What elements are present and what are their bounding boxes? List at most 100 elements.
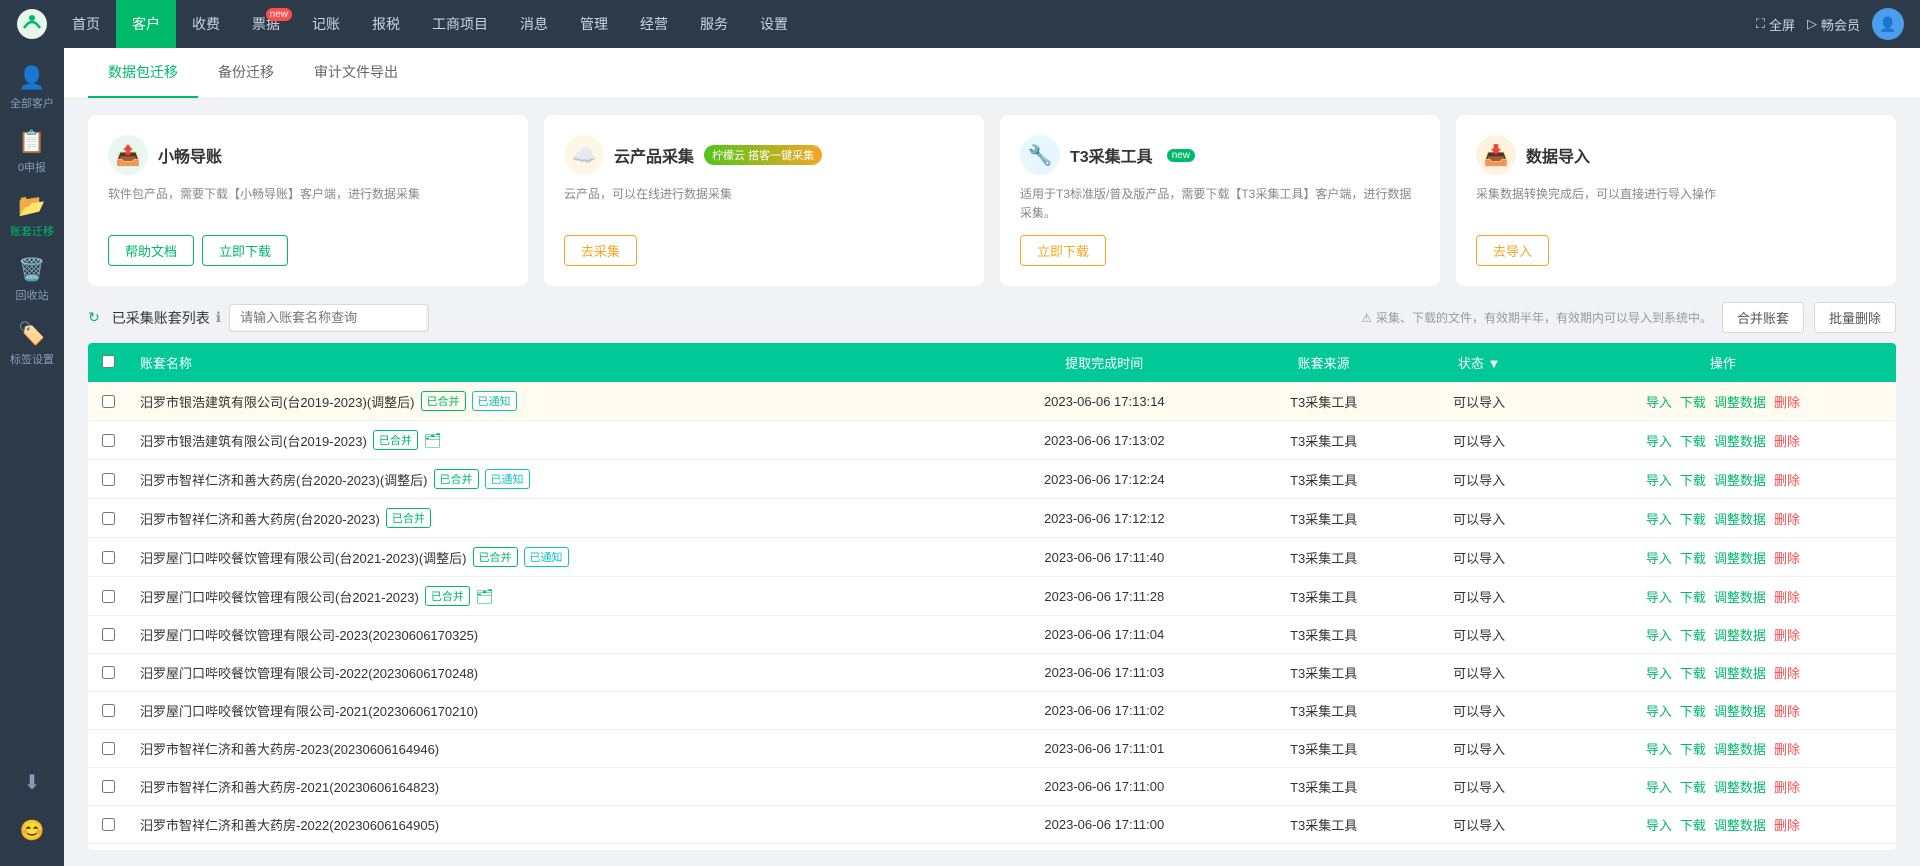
row-op-下载[interactable]: 下载 (1680, 473, 1706, 488)
nav-operation[interactable]: 经营 (624, 0, 684, 48)
nav-billing[interactable]: 收费 (176, 0, 236, 48)
row-op-删除[interactable]: 删除 (1774, 628, 1800, 643)
row-op-下载[interactable]: 下载 (1680, 780, 1706, 795)
row-checkbox[interactable] (102, 434, 115, 447)
row-op-导入[interactable]: 导入 (1646, 551, 1672, 566)
sidebar-download-icon[interactable]: ⬇ (12, 762, 52, 802)
search-input[interactable] (230, 305, 426, 330)
batch-delete-btn[interactable]: 批量删除 (1814, 302, 1896, 333)
row-op-导入[interactable]: 导入 (1646, 742, 1672, 757)
row-op-下载[interactable]: 下载 (1680, 551, 1706, 566)
row-op-导入[interactable]: 导入 (1646, 473, 1672, 488)
t3-download-btn[interactable]: 立即下载 (1020, 235, 1106, 266)
refresh-icon[interactable]: ↻ (88, 309, 100, 326)
row-op-调整数据[interactable]: 调整数据 (1714, 742, 1766, 757)
row-op-导入[interactable]: 导入 (1646, 818, 1672, 833)
row-checkbox[interactable] (102, 395, 115, 408)
sidebar-help-icon[interactable]: 😊 (12, 810, 52, 850)
list-info-icon[interactable]: ℹ (216, 309, 221, 326)
row-op-删除[interactable]: 删除 (1774, 818, 1800, 833)
row-op-导入[interactable]: 导入 (1646, 628, 1672, 643)
row-op-删除[interactable]: 删除 (1774, 434, 1800, 449)
sidebar-item-all-customers[interactable]: 👤 全部客户 (0, 56, 64, 120)
row-op-调整数据[interactable]: 调整数据 (1714, 590, 1766, 605)
nav-bookkeeping[interactable]: 记账 (296, 0, 356, 48)
row-op-导入[interactable]: 导入 (1646, 780, 1672, 795)
row-op-删除[interactable]: 删除 (1774, 473, 1800, 488)
row-op-调整数据[interactable]: 调整数据 (1714, 395, 1766, 410)
row-op-删除[interactable]: 删除 (1774, 395, 1800, 410)
row-checkbox[interactable] (102, 473, 115, 486)
merge-accounts-btn[interactable]: 合并账套 (1722, 302, 1804, 333)
row-op-下载[interactable]: 下载 (1680, 704, 1706, 719)
cloud-collect-btn[interactable]: 去采集 (564, 235, 637, 266)
row-op-导入[interactable]: 导入 (1646, 666, 1672, 681)
member-button[interactable]: ▷ 畅会员 (1807, 15, 1860, 34)
row-op-调整数据[interactable]: 调整数据 (1714, 628, 1766, 643)
import-goto-btn[interactable]: 去导入 (1476, 235, 1549, 266)
sidebar-item-tag-settings[interactable]: 🏷️ 标签设置 (0, 312, 64, 376)
row-op-调整数据[interactable]: 调整数据 (1714, 780, 1766, 795)
row-op-调整数据[interactable]: 调整数据 (1714, 473, 1766, 488)
row-op-下载[interactable]: 下载 (1680, 395, 1706, 410)
row-checkbox[interactable] (102, 818, 115, 831)
row-op-下载[interactable]: 下载 (1680, 666, 1706, 681)
row-op-调整数据[interactable]: 调整数据 (1714, 551, 1766, 566)
nav-tax[interactable]: 报税 (356, 0, 416, 48)
user-avatar[interactable]: 👤 (1872, 8, 1904, 40)
xiaochang-download-btn[interactable]: 立即下载 (202, 235, 288, 266)
row-checkbox[interactable] (102, 590, 115, 603)
tab-backup-migration[interactable]: 备份迁移 (198, 48, 294, 98)
nav-settings[interactable]: 设置 (744, 0, 804, 48)
row-checkbox[interactable] (102, 628, 115, 641)
row-op-导入[interactable]: 导入 (1646, 434, 1672, 449)
row-op-下载[interactable]: 下载 (1680, 742, 1706, 757)
row-op-调整数据[interactable]: 调整数据 (1714, 704, 1766, 719)
select-all-checkbox[interactable] (102, 355, 115, 368)
row-op-导入[interactable]: 导入 (1646, 704, 1672, 719)
row-op-删除[interactable]: 删除 (1774, 512, 1800, 527)
row-checkbox[interactable] (102, 512, 115, 525)
row-op-导入[interactable]: 导入 (1646, 590, 1672, 605)
row-op-调整数据[interactable]: 调整数据 (1714, 512, 1766, 527)
row-op-下载[interactable]: 下载 (1680, 512, 1706, 527)
nav-manage[interactable]: 管理 (564, 0, 624, 48)
row-op-导入[interactable]: 导入 (1646, 512, 1672, 527)
row-name-text: 汨罗屋门口哔咬餐饮管理有限公司-2023(20230606170325) (140, 625, 478, 644)
row-op-删除[interactable]: 删除 (1774, 666, 1800, 681)
nav-service[interactable]: 服务 (684, 0, 744, 48)
fullscreen-button[interactable]: ⛶ 全屏 (1756, 15, 1795, 34)
row-op-下载[interactable]: 下载 (1680, 818, 1706, 833)
row-checkbox[interactable] (102, 742, 115, 755)
row-checkbox[interactable] (102, 551, 115, 564)
nav-invoice[interactable]: 票据 new (236, 0, 296, 48)
nav-business[interactable]: 工商项目 (416, 0, 504, 48)
nav-home[interactable]: 首页 (56, 0, 116, 48)
row-op-调整数据[interactable]: 调整数据 (1714, 434, 1766, 449)
import-title: 数据导入 (1526, 143, 1590, 167)
row-checkbox[interactable] (102, 666, 115, 679)
sidebar-item-recycle[interactable]: 🗑️ 回收站 (0, 248, 64, 312)
tab-audit-export[interactable]: 审计文件导出 (294, 48, 418, 98)
row-op-调整数据[interactable]: 调整数据 (1714, 818, 1766, 833)
row-op-删除[interactable]: 删除 (1774, 551, 1800, 566)
xiaochang-help-btn[interactable]: 帮助文档 (108, 235, 194, 266)
row-op-删除[interactable]: 删除 (1774, 780, 1800, 795)
nav-message[interactable]: 消息 (504, 0, 564, 48)
nav-customer[interactable]: 客户 (116, 0, 176, 48)
tab-data-migration[interactable]: 数据包迁移 (88, 48, 198, 98)
row-op-导入[interactable]: 导入 (1646, 395, 1672, 410)
row-checkbox[interactable] (102, 780, 115, 793)
row-op-下载[interactable]: 下载 (1680, 434, 1706, 449)
app-logo[interactable] (8, 0, 56, 48)
row-op-删除[interactable]: 删除 (1774, 742, 1800, 757)
row-op-调整数据[interactable]: 调整数据 (1714, 666, 1766, 681)
row-op-下载[interactable]: 下载 (1680, 590, 1706, 605)
row-checkbox[interactable] (102, 704, 115, 717)
sidebar-item-account-migration[interactable]: 📂 账套迁移 (0, 184, 64, 248)
row-op-删除[interactable]: 删除 (1774, 590, 1800, 605)
row-op-删除[interactable]: 删除 (1774, 704, 1800, 719)
sidebar-item-zero-report[interactable]: 📋 0申报 (0, 120, 64, 184)
search-icon[interactable]: 🔍 (426, 305, 429, 331)
row-op-下载[interactable]: 下载 (1680, 628, 1706, 643)
